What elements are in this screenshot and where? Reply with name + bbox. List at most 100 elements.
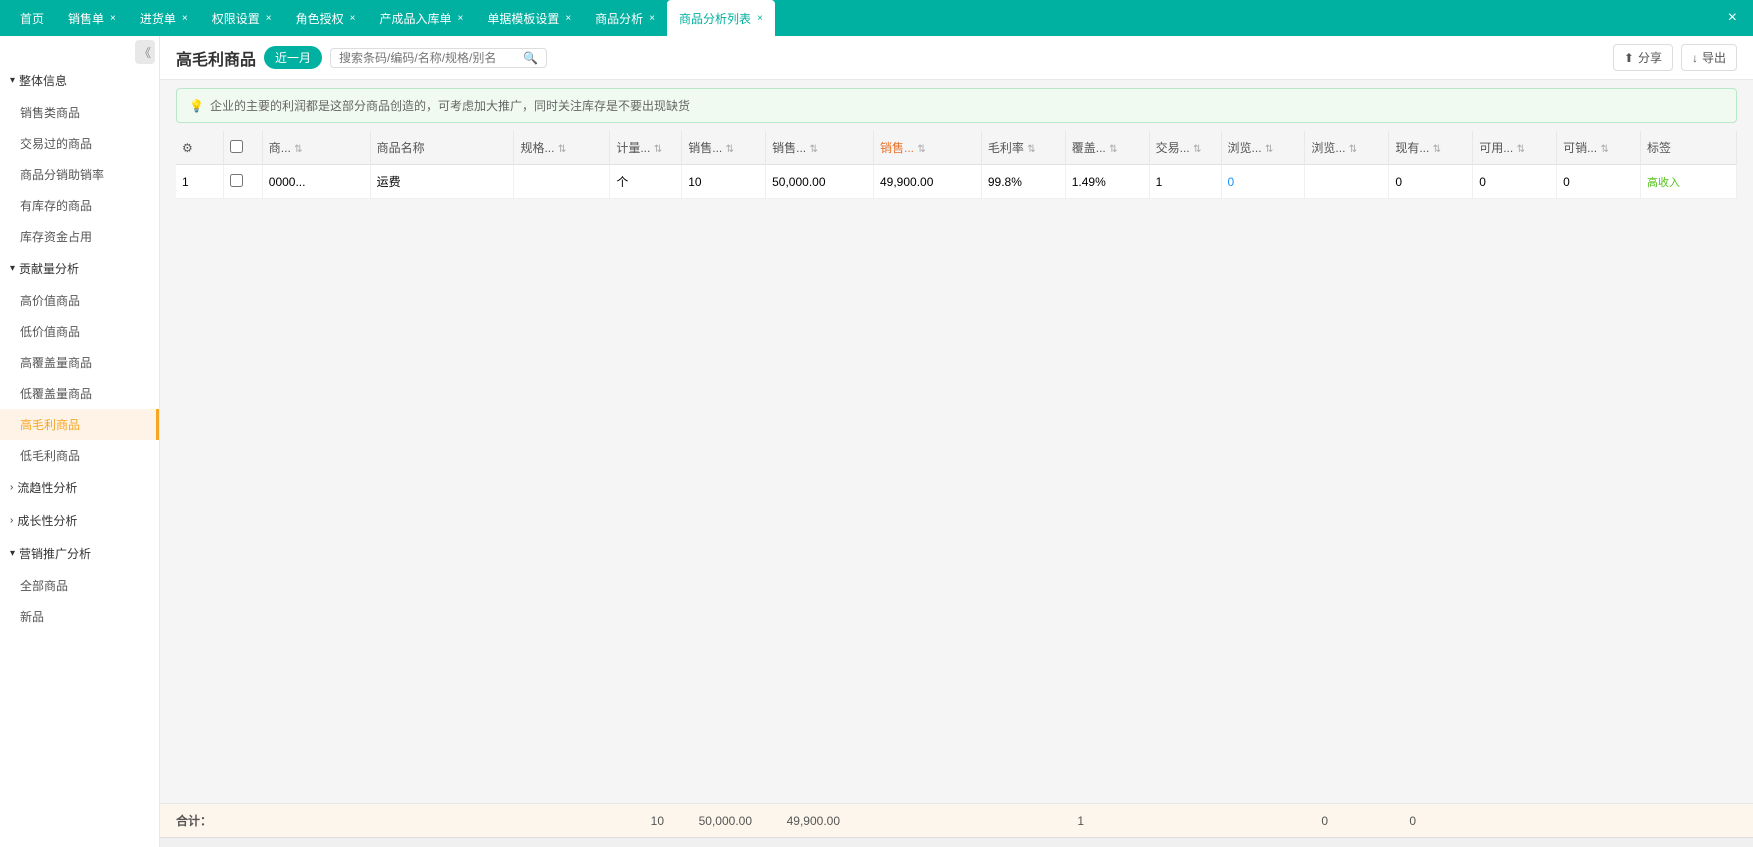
nav-home[interactable]: 首页 (8, 0, 56, 36)
sort-icon-spec: ⇅ (558, 144, 566, 155)
col-header-trade[interactable]: 交易... ⇅ (1149, 131, 1221, 165)
cell-index: 1 (176, 165, 224, 199)
horizontal-scrollbar[interactable] (160, 837, 1753, 847)
sidebar-group-overall[interactable]: ▾ 整体信息 (0, 64, 159, 97)
action-buttons: ⬆ 分享 ↓ 导出 (1613, 44, 1737, 71)
nav-sales[interactable]: 销售单 × (56, 0, 128, 36)
filter-recent-month[interactable]: 近一月 (264, 46, 322, 69)
nav-purchase[interactable]: 进货单 × (128, 0, 200, 36)
cell-sale-amt: 50,000.00 (766, 165, 874, 199)
sidebar-collapse-button[interactable]: 《 (135, 40, 155, 64)
col-header-sale-qty[interactable]: 销售... ⇅ (682, 131, 766, 165)
sidebar-group-trend[interactable]: › 流趋性分析 (0, 471, 159, 504)
table-row: 1 0000... 运费 (176, 165, 1737, 199)
export-button[interactable]: ↓ 导出 (1681, 44, 1737, 71)
sort-icon-cover: ⇅ (1109, 144, 1117, 155)
cell-browse1: 0 (1221, 165, 1305, 199)
col-header-spec[interactable]: 规格... ⇅ (514, 131, 610, 165)
col-header-name: 商品名称 (370, 131, 514, 165)
sidebar-item-low-margin[interactable]: 低毛利商品 (0, 440, 159, 471)
cell-sale-qty: 10 (682, 165, 766, 199)
nav-permission-settings[interactable]: 权限设置 × (200, 0, 284, 36)
sidebar-group-growth[interactable]: › 成长性分析 (0, 504, 159, 537)
search-icon[interactable]: 🔍 (523, 51, 538, 65)
close-analysis-list-tab[interactable]: × (757, 13, 763, 24)
row-checkbox[interactable] (230, 174, 243, 187)
sort-icon-sale-qty: ⇅ (726, 144, 734, 155)
close-sales-tab[interactable]: × (110, 13, 116, 24)
nav-product-analysis[interactable]: 商品分析 × (583, 0, 667, 36)
footer-label: 合计： (176, 812, 212, 829)
sidebar-item-high-coverage[interactable]: 高覆盖量商品 (0, 347, 159, 378)
col-header-browse1[interactable]: 浏览... ⇅ (1221, 131, 1305, 165)
sidebar-item-high-margin[interactable]: 高毛利商品 (0, 409, 159, 440)
col-header-avail[interactable]: 可用... ⇅ (1473, 131, 1557, 165)
cell-avail: 0 (1473, 165, 1557, 199)
cell-browse2 (1305, 165, 1389, 199)
close-role-tab[interactable]: × (350, 13, 356, 24)
share-button[interactable]: ⬆ 分享 (1613, 44, 1673, 71)
sidebar-item-stock-capital[interactable]: 库存资金占用 (0, 221, 159, 252)
close-permission-tab[interactable]: × (266, 13, 272, 24)
sidebar-item-distribution-rate[interactable]: 商品分销助销率 (0, 159, 159, 190)
cell-cover: 1.49% (1065, 165, 1149, 199)
sort-icon-saleable: ⇅ (1600, 144, 1608, 155)
sidebar-item-low-coverage[interactable]: 低覆盖量商品 (0, 378, 159, 409)
search-box: 🔍 (330, 48, 547, 68)
info-text: 企业的主要的利润都是这部分商品创造的，可考虑加大推广，同时关注库存是不要出现缺货 (210, 97, 690, 114)
close-purchase-tab[interactable]: × (182, 13, 188, 24)
main-layout: 《 ▾ 整体信息 销售类商品 交易过的商品 商品分销助销率 有库存的商品 库存资… (0, 36, 1753, 847)
col-header-stock[interactable]: 现有... ⇅ (1389, 131, 1473, 165)
col-header-sale-cost[interactable]: 销售... ⇅ (873, 131, 981, 165)
chevron-right-icon: › (10, 482, 13, 493)
nav-product-instock[interactable]: 产成品入库单 × (367, 0, 475, 36)
nav-product-analysis-list[interactable]: 商品分析列表 × (667, 0, 775, 36)
col-header-browse2[interactable]: 浏览... ⇅ (1305, 131, 1389, 165)
sidebar-group-contribution[interactable]: ▾ 贡献量分析 (0, 252, 159, 285)
close-template-tab[interactable]: × (565, 13, 571, 24)
page-title: 高毛利商品 (176, 46, 256, 70)
chevron-down-icon: ▾ (10, 75, 15, 86)
sort-icon-sale-amt: ⇅ (809, 144, 817, 155)
sidebar-item-high-value[interactable]: 高价值商品 (0, 285, 159, 316)
browse1-link[interactable]: 0 (1228, 175, 1235, 189)
sidebar-item-sales-goods[interactable]: 销售类商品 (0, 97, 159, 128)
sidebar: 《 ▾ 整体信息 销售类商品 交易过的商品 商品分销助销率 有库存的商品 库存资… (0, 36, 160, 847)
select-all-checkbox[interactable] (230, 140, 243, 153)
cell-gross: 99.8% (981, 165, 1065, 199)
cell-sale-cost: 49,900.00 (873, 165, 981, 199)
footer-sale-amt: 50,000.00 (672, 814, 752, 828)
footer-sale-cost: 49,900.00 (760, 814, 840, 828)
col-header-sale-amt[interactable]: 销售... ⇅ (766, 131, 874, 165)
close-analysis-tab[interactable]: × (649, 13, 655, 24)
col-header-saleable[interactable]: 可销... ⇅ (1557, 131, 1641, 165)
col-header-gross[interactable]: 毛利率 ⇅ (981, 131, 1065, 165)
nav-template-settings[interactable]: 单据模板设置 × (475, 0, 583, 36)
footer-avail: 0 (1336, 814, 1416, 828)
col-header-unit[interactable]: 计量... ⇅ (610, 131, 682, 165)
cell-check (224, 165, 262, 199)
col-header-code[interactable]: 商... ⇅ (262, 131, 370, 165)
settings-icon[interactable]: ⚙ (182, 141, 193, 155)
sidebar-item-instock-goods[interactable]: 有库存的商品 (0, 190, 159, 221)
cell-spec (514, 165, 610, 199)
sidebar-item-low-value[interactable]: 低价值商品 (0, 316, 159, 347)
col-header-check (224, 131, 262, 165)
footer-stock: 0 (1248, 814, 1328, 828)
window-close-button[interactable]: × (1720, 9, 1745, 27)
sidebar-group-contribution-items: 高价值商品 低价值商品 高覆盖量商品 低覆盖量商品 高毛利商品 低毛利商品 (0, 285, 159, 471)
col-header-cover[interactable]: 覆盖... ⇅ (1065, 131, 1149, 165)
sort-icon-browse1: ⇅ (1265, 144, 1273, 155)
sort-icon-unit: ⇅ (654, 144, 662, 155)
search-input[interactable] (339, 51, 519, 65)
close-instock-tab[interactable]: × (457, 13, 463, 24)
sort-icon-stock: ⇅ (1433, 144, 1441, 155)
nav-role-auth[interactable]: 角色授权 × (284, 0, 368, 36)
sidebar-item-traded-goods[interactable]: 交易过的商品 (0, 128, 159, 159)
sidebar-item-all-goods[interactable]: 全部商品 (0, 570, 159, 601)
sidebar-group-marketing[interactable]: ▾ 营销推广分析 (0, 537, 159, 570)
content-area: 高毛利商品 近一月 🔍 ⬆ 分享 ↓ 导出 💡 企业的主要的利润都是这部 (160, 36, 1753, 847)
chevron-right-icon-2: › (10, 515, 13, 526)
sidebar-item-new-goods[interactable]: 新品 (0, 601, 159, 632)
cell-name: 运费 (370, 165, 514, 199)
